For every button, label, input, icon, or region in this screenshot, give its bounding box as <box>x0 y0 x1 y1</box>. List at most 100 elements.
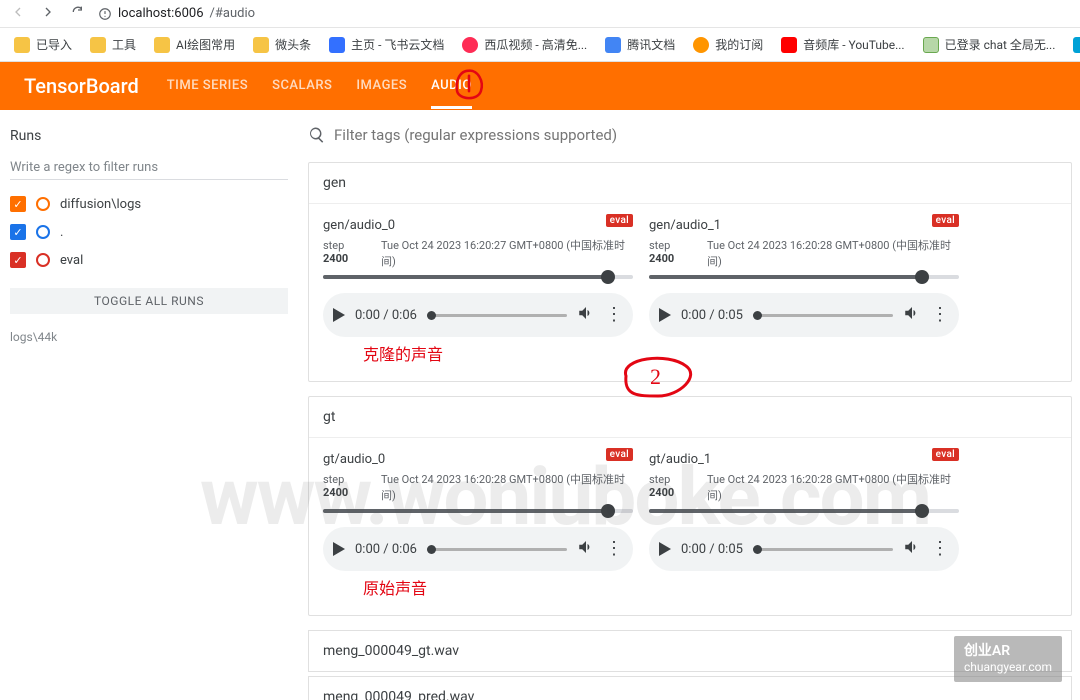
bookmark-item[interactable]: 西瓜视频 - 高清免... <box>462 36 587 53</box>
tb-tab-time-series[interactable]: TIME SERIES <box>167 63 248 109</box>
run-label: diffusion\logs <box>60 197 141 212</box>
bookmark-favicon <box>462 37 478 53</box>
bookmark-label: 微头条 <box>275 36 311 53</box>
run-checkbox[interactable] <box>10 196 26 212</box>
bookmark-favicon <box>1073 37 1080 53</box>
bookmark-favicon <box>329 37 345 53</box>
audio-cell: gen/audio_0 eval step 2400 Tue Oct 24 20… <box>323 214 633 365</box>
card-title[interactable]: gt <box>309 397 1071 438</box>
bookmarks-bar: 已导入 工具 AI绘图常用 微头条 主页 - 飞书云文档 西瓜视频 - 高清免... 腾讯文… <box>0 28 1080 62</box>
audio-player: 0:00 / 0:06 ⋮ <box>323 527 633 571</box>
volume-icon[interactable] <box>903 304 921 326</box>
timestamp: Tue Oct 24 2023 16:20:28 GMT+0800 (中国标准时… <box>707 471 959 503</box>
player-track[interactable] <box>427 314 567 317</box>
run-checkbox[interactable] <box>10 224 26 240</box>
browser-nav-bar: localhost:6006 /#audio <box>0 0 1080 28</box>
bookmark-label: 主页 - 飞书云文档 <box>351 36 444 53</box>
eval-badge: eval <box>606 214 633 227</box>
bookmark-favicon <box>154 37 170 53</box>
play-button-icon[interactable] <box>333 542 345 556</box>
reload-icon[interactable] <box>70 4 86 24</box>
bookmark-item[interactable]: 腾讯文档 <box>605 36 675 53</box>
bookmark-favicon <box>781 37 797 53</box>
run-radio[interactable] <box>36 197 50 211</box>
bookmark-item[interactable]: 已登录 chat 全局无... <box>923 36 1056 53</box>
audio-cell: gen/audio_1 eval step 2400 Tue Oct 24 20… <box>649 214 959 365</box>
eval-badge: eval <box>932 214 959 227</box>
audio-cell: gt/audio_0 eval step 2400 Tue Oct 24 202… <box>323 448 633 599</box>
step-line: step 2400 Tue Oct 24 2023 16:20:27 GMT+0… <box>323 237 633 269</box>
runs-path: logs\44k <box>10 330 288 344</box>
run-row: diffusion\logs <box>10 190 288 218</box>
bookmark-label: 已导入 <box>36 36 72 53</box>
player-time: 0:00 / 0:05 <box>681 308 743 323</box>
player-track[interactable] <box>753 314 893 317</box>
eval-badge: eval <box>932 448 959 461</box>
audio-tag-name: gt/audio_0 <box>323 452 385 467</box>
tb-tab-images[interactable]: IMAGES <box>356 63 407 109</box>
play-button-icon[interactable] <box>659 308 671 322</box>
audio-player: 0:00 / 0:06 ⋮ <box>323 293 633 337</box>
bookmark-item[interactable]: 主页 - 飞书云文档 <box>329 36 444 53</box>
card-title[interactable]: gen <box>309 163 1071 204</box>
bookmark-item[interactable]: 工具 <box>90 36 136 53</box>
address-bar[interactable]: localhost:6006 /#audio <box>98 6 255 21</box>
run-radio[interactable] <box>36 225 50 239</box>
bookmark-label: 已登录 chat 全局无... <box>945 36 1056 53</box>
toggle-all-runs-button[interactable]: TOGGLE ALL RUNS <box>10 288 288 314</box>
corner-badge: 创业AR chuangyear.com <box>954 636 1062 682</box>
bookmark-label: 腾讯文档 <box>627 36 675 53</box>
bookmark-item[interactable]: 音频库 - YouTube... <box>781 36 904 53</box>
run-checkbox[interactable] <box>10 252 26 268</box>
audio-tag-name: gen/audio_1 <box>649 218 721 233</box>
run-radio[interactable] <box>36 253 50 267</box>
volume-icon[interactable] <box>903 538 921 560</box>
player-time: 0:00 / 0:06 <box>355 308 417 323</box>
step-line: step 2400 Tue Oct 24 2023 16:20:28 GMT+0… <box>649 471 959 503</box>
tensorboard-header: TensorBoard TIME SERIESSCALARSIMAGESAUDI… <box>0 62 1080 110</box>
back-icon[interactable] <box>10 4 26 24</box>
bookmark-item[interactable]: AI绘图常用 <box>154 36 235 53</box>
search-icon <box>308 126 326 144</box>
play-button-icon[interactable] <box>659 542 671 556</box>
volume-icon[interactable] <box>577 304 595 326</box>
audio-tag-name: gt/audio_1 <box>649 452 711 467</box>
play-button-icon[interactable] <box>333 308 345 322</box>
tag-card: gt gt/audio_0 eval step 2400 Tue Oct 24 … <box>308 396 1072 616</box>
tag-filter-row <box>300 126 1080 154</box>
run-label: . <box>60 225 63 240</box>
hand-annotation-1 <box>452 67 486 105</box>
forward-icon[interactable] <box>40 4 56 24</box>
bookmark-favicon <box>605 37 621 53</box>
bookmark-item[interactable]: 已导入 <box>14 36 72 53</box>
tb-tabs: TIME SERIESSCALARSIMAGESAUDIO <box>167 63 472 109</box>
run-row: eval <box>10 246 288 274</box>
tb-tab-scalars[interactable]: SCALARS <box>272 63 332 109</box>
tag-filter-input[interactable] <box>334 126 834 144</box>
step-slider[interactable] <box>323 275 633 279</box>
bookmark-label: 我的订阅 <box>715 36 763 53</box>
eval-badge: eval <box>606 448 633 461</box>
bookmark-favicon <box>923 37 939 53</box>
bookmark-item[interactable]: 微头条 <box>253 36 311 53</box>
audio-player: 0:00 / 0:05 ⋮ <box>649 527 959 571</box>
bookmark-item[interactable]: 分享一个亲测可用... <box>1073 36 1080 53</box>
step-slider[interactable] <box>649 509 959 513</box>
audio-cell: gt/audio_1 eval step 2400 Tue Oct 24 202… <box>649 448 959 599</box>
hand-annotation-label: 原始声音 <box>363 575 633 599</box>
audio-tag-name: gen/audio_0 <box>323 218 395 233</box>
bookmark-label: 工具 <box>112 36 136 53</box>
runs-filter-input[interactable]: Write a regex to filter runs <box>10 160 288 180</box>
bookmark-item[interactable]: 我的订阅 <box>693 36 763 53</box>
timestamp: Tue Oct 24 2023 16:20:28 GMT+0800 (中国标准时… <box>707 237 959 269</box>
step-slider[interactable] <box>323 509 633 513</box>
audio-player: 0:00 / 0:05 ⋮ <box>649 293 959 337</box>
volume-icon[interactable] <box>577 538 595 560</box>
player-time: 0:00 / 0:06 <box>355 542 417 557</box>
main-panel: gen gen/audio_0 eval step 2400 Tue Oct 2… <box>300 110 1080 700</box>
step-slider[interactable] <box>649 275 959 279</box>
url-path: /#audio <box>210 6 256 21</box>
url-origin: localhost:6006 <box>118 6 204 21</box>
player-track[interactable] <box>753 548 893 551</box>
player-track[interactable] <box>427 548 567 551</box>
